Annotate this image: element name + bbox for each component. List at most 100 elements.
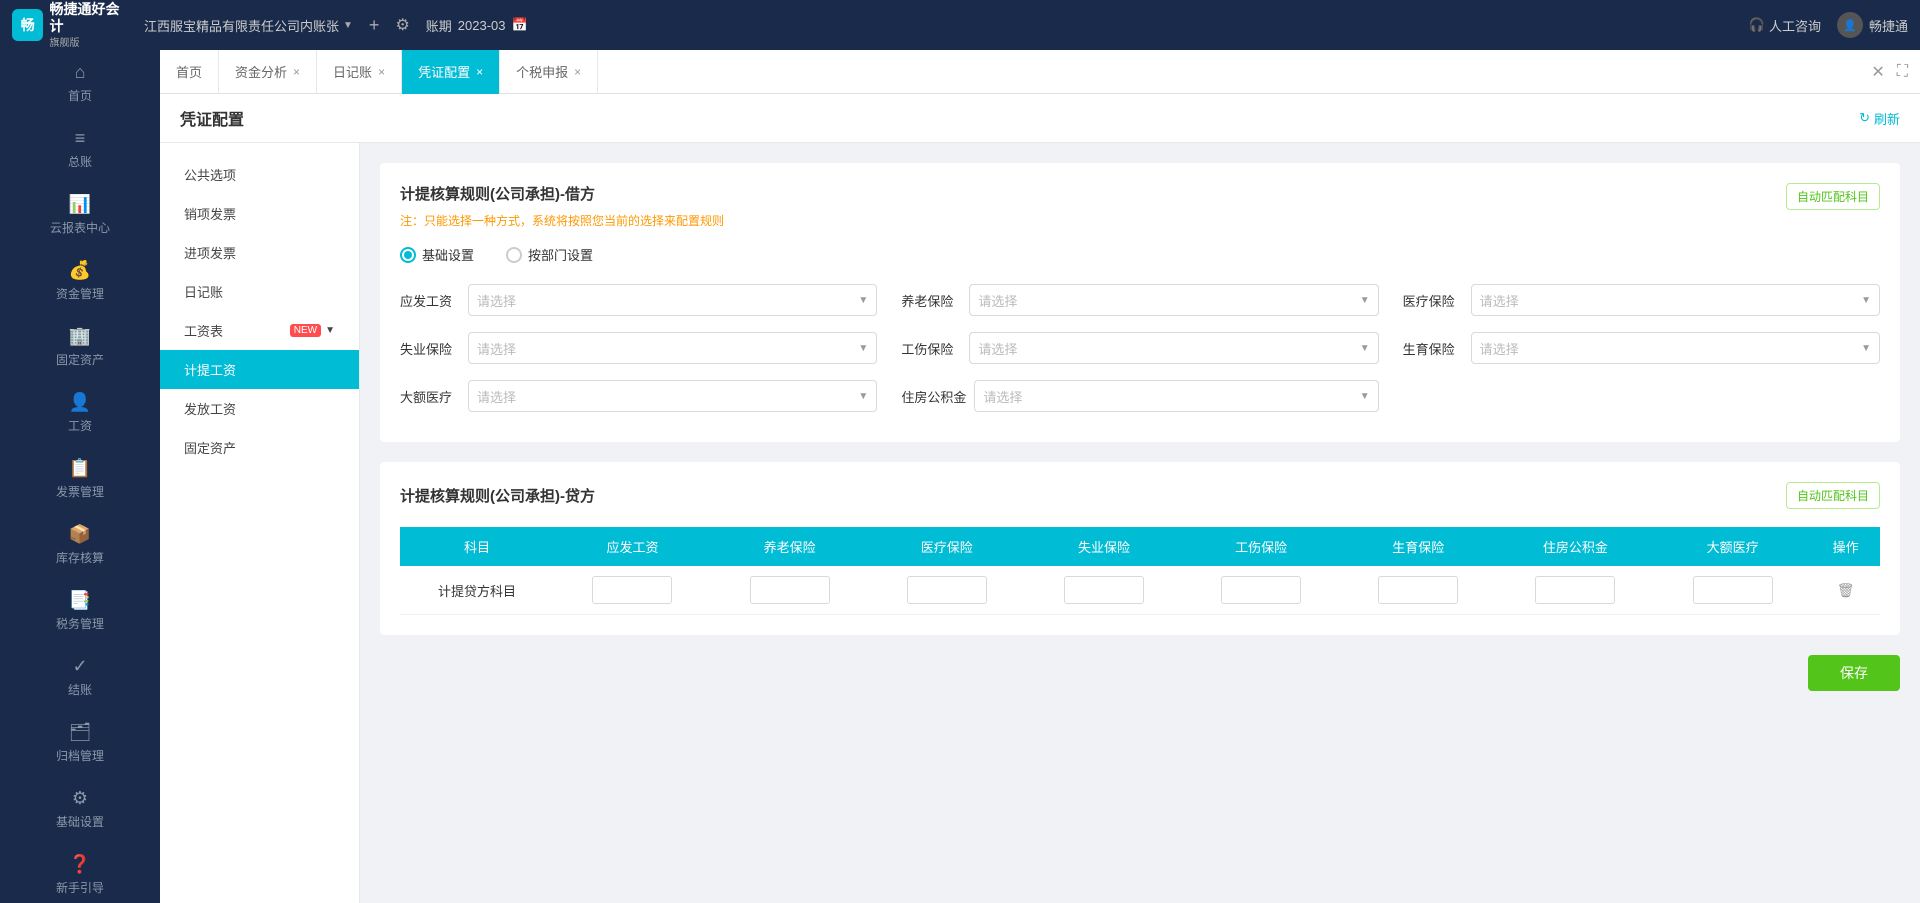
unemploy-select[interactable]: 请选择 ▼ — [468, 332, 877, 364]
field-medical: 医疗保险 请选择 ▼ — [1403, 284, 1880, 316]
tab-close-tax[interactable]: × — [574, 65, 581, 79]
input-maternity[interactable] — [1378, 576, 1458, 604]
assets-icon: 🏢 — [69, 326, 91, 347]
tax-icon: 📑 — [69, 590, 91, 611]
inventory-icon: 📦 — [69, 524, 91, 545]
credit-section-title: 计提核算规则(公司承担)-贷方 — [400, 485, 595, 506]
input-injury[interactable] — [1221, 576, 1301, 604]
radio-dept-circle — [506, 247, 522, 263]
content-area: 首页 资金分析 × 日记账 × 凭证配置 × 个税申报 × ✕ ⛶ — [160, 50, 1920, 903]
input-pension[interactable] — [750, 576, 830, 604]
sidebar-item-archive[interactable]: 🗂 归档管理 — [0, 710, 160, 776]
credit-section: 计提核算规则(公司承担)-贷方 自动匹配科目 科目 应发工资 养老保险 医疗保险… — [380, 462, 1900, 635]
menu-item-salary-calc[interactable]: 计提工资 — [160, 350, 359, 389]
cell-medical — [868, 566, 1025, 615]
field-maternity: 生育保险 请选择 ▼ — [1403, 332, 1880, 364]
sidebar-item-checkout[interactable]: ✓ 结账 — [0, 644, 160, 710]
expand-icon[interactable]: ⛶ — [1897, 63, 1908, 81]
tab-voucher[interactable]: 凭证配置 × — [402, 50, 500, 94]
sidebar-item-report[interactable]: 📊 云报表中心 — [0, 182, 160, 248]
big-medical-select[interactable]: 请选择 ▼ — [468, 380, 877, 412]
sidebar-item-invoice[interactable]: 📋 发票管理 — [0, 446, 160, 512]
th-housing: 住房公积金 — [1497, 527, 1654, 566]
sidebar-item-assets[interactable]: 🏢 固定资产 — [0, 314, 160, 380]
housing-chevron-icon: ▼ — [1360, 391, 1370, 402]
user-menu[interactable]: 👤 畅捷通 — [1837, 12, 1908, 38]
sidebar-item-finance[interactable]: 💰 资金管理 — [0, 248, 160, 314]
radio-basic[interactable]: 基础设置 — [400, 245, 474, 264]
sidebar-item-settings[interactable]: ⚙ 基础设置 — [0, 776, 160, 842]
avatar: 👤 — [1837, 12, 1863, 38]
cell-subject: 计提贷方科目 — [400, 566, 554, 615]
input-medical[interactable] — [907, 576, 987, 604]
home-icon: ⌂ — [75, 62, 86, 83]
menu-item-public[interactable]: 公共选项 — [160, 155, 359, 194]
menu-item-fixed-assets[interactable]: 固定资产 — [160, 428, 359, 467]
tab-tax[interactable]: 个税申报 × — [500, 50, 598, 94]
menu-item-journal[interactable]: 日记账 — [160, 272, 359, 311]
menu-item-sales[interactable]: 销项发票 — [160, 194, 359, 233]
pension-select[interactable]: 请选择 ▼ — [969, 284, 1378, 316]
maternity-select[interactable]: 请选择 ▼ — [1471, 332, 1880, 364]
th-injury: 工伤保险 — [1183, 527, 1340, 566]
radio-dept[interactable]: 按部门设置 — [506, 245, 593, 264]
refresh-button[interactable]: ↻ 刷新 — [1859, 109, 1900, 128]
cell-big-medical — [1654, 566, 1811, 615]
close-all-tabs-icon[interactable]: ✕ — [1871, 62, 1884, 82]
calendar-icon[interactable]: 📅 — [512, 17, 528, 33]
settings-nav-icon: ⚙ — [72, 788, 88, 809]
tab-journal[interactable]: 日记账 × — [317, 50, 402, 94]
cell-salary — [554, 566, 711, 615]
report-icon: 📊 — [69, 194, 91, 215]
tab-close-voucher[interactable]: × — [476, 65, 483, 79]
sidebar: ⌂ 首页 ≡ 总账 📊 云报表中心 💰 资金管理 🏢 固定资产 👤 工资 📋 发… — [0, 50, 160, 903]
debit-radio-group: 基础设置 按部门设置 — [400, 245, 1880, 264]
support-button[interactable]: 🎧 人工咨询 — [1749, 16, 1821, 35]
company-selector[interactable]: 江西服宝精品有限责任公司内账张 ▼ — [144, 16, 353, 35]
sidebar-item-home[interactable]: ⌂ 首页 — [0, 50, 160, 116]
debit-form-grid: 应发工资 请选择 ▼ 养老保险 请选择 ▼ — [400, 284, 1880, 412]
sidebar-item-inventory[interactable]: 📦 库存核算 — [0, 512, 160, 578]
topbar: 畅 畅捷通好会计 旗舰版 江西服宝精品有限责任公司内账张 ▼ + ⚙ 账期 20… — [0, 0, 1920, 50]
app-name: 畅捷通好会计 — [49, 1, 132, 35]
credit-auto-match-button[interactable]: 自动匹配科目 — [1786, 482, 1880, 509]
salary-select[interactable]: 请选择 ▼ — [468, 284, 877, 316]
housing-select[interactable]: 请选择 ▼ — [974, 380, 1378, 412]
injury-select[interactable]: 请选择 ▼ — [969, 332, 1378, 364]
sidebar-item-salary[interactable]: 👤 工资 — [0, 380, 160, 446]
sidebar-item-tax[interactable]: 📑 税务管理 — [0, 578, 160, 644]
settings-icon[interactable]: ⚙ — [395, 15, 409, 35]
cell-maternity — [1340, 566, 1497, 615]
tab-finance[interactable]: 资金分析 × — [219, 50, 317, 94]
debit-auto-match-button[interactable]: 自动匹配科目 — [1786, 183, 1880, 210]
add-account-button[interactable]: + — [365, 15, 384, 36]
menu-item-purchase[interactable]: 进项发票 — [160, 233, 359, 272]
input-unemploy[interactable] — [1064, 576, 1144, 604]
menu-item-salary-pay[interactable]: 发放工资 — [160, 389, 359, 428]
tab-home[interactable]: 首页 — [160, 50, 219, 94]
input-big-medical[interactable] — [1693, 576, 1773, 604]
field-unemploy: 失业保险 请选择 ▼ — [400, 332, 877, 364]
medical-select[interactable]: 请选择 ▼ — [1471, 284, 1880, 316]
save-button[interactable]: 保存 — [1808, 655, 1900, 691]
input-salary[interactable] — [592, 576, 672, 604]
expand-salary-table-icon: ▼ — [325, 325, 335, 336]
delete-row-icon[interactable]: 🗑 — [1837, 582, 1855, 598]
debit-section-title: 计提核算规则(公司承担)-借方 — [400, 183, 724, 204]
tab-close-finance[interactable]: × — [293, 65, 300, 79]
archive-icon: 🗂 — [69, 722, 92, 743]
th-unemploy: 失业保险 — [1025, 527, 1182, 566]
sidebar-item-ledger[interactable]: ≡ 总账 — [0, 116, 160, 182]
credit-table: 科目 应发工资 养老保险 医疗保险 失业保险 工伤保险 生育保险 住房公积金 大… — [400, 527, 1880, 615]
maternity-chevron-icon: ▼ — [1861, 343, 1871, 354]
table-header-row: 科目 应发工资 养老保险 医疗保险 失业保险 工伤保险 生育保险 住房公积金 大… — [400, 527, 1880, 566]
checkout-icon: ✓ — [72, 656, 87, 677]
field-housing: 住房公积金 请选择 ▼ — [901, 380, 1378, 412]
input-housing[interactable] — [1535, 576, 1615, 604]
debit-section-header: 计提核算规则(公司承担)-借方 注：只能选择一种方式，系统将按照您当前的选择来配… — [400, 183, 724, 245]
sidebar-item-guide[interactable]: ❓ 新手引导 — [0, 842, 160, 903]
menu-item-salary-table[interactable]: 工资表 NEW ▼ — [160, 311, 359, 350]
left-menu: 公共选项 销项发票 进项发票 日记账 工资表 NEW ▼ — [160, 143, 360, 903]
tab-close-journal[interactable]: × — [378, 65, 385, 79]
period-display: 账期 2023-03 📅 — [426, 16, 528, 35]
